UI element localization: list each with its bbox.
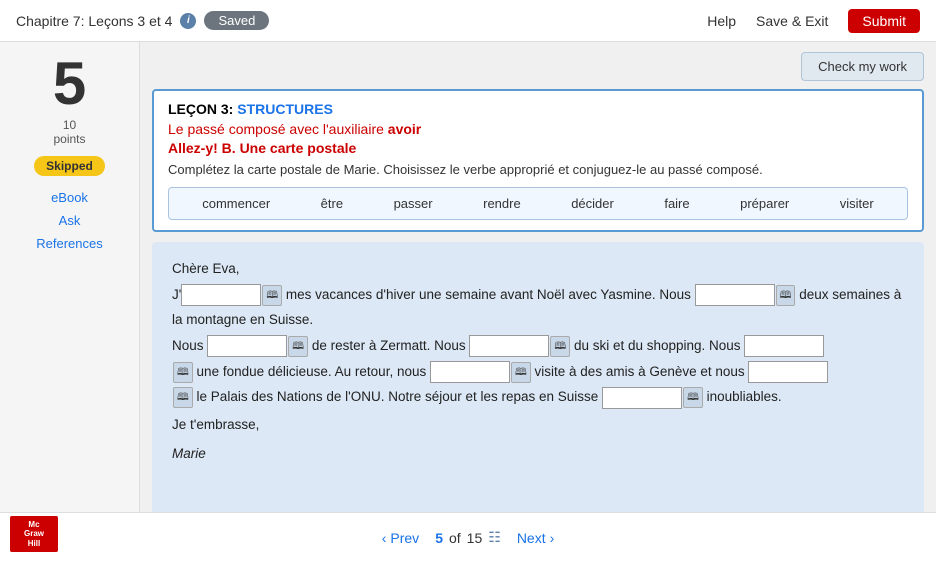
bottom-nav: McGrawHill ‹ Prev 5 of 15 ⁢☷ Next › [0, 512, 936, 562]
top-bar: Chapitre 7: Leçons 3 et 4 i Saved Help S… [0, 0, 936, 42]
input-7[interactable] [748, 361, 828, 383]
dict-icon-8[interactable]: 🕮 [683, 387, 703, 408]
input-5[interactable] [744, 335, 824, 357]
mcgraw-hill-logo: McGrawHill [10, 516, 58, 552]
dict-icon-3[interactable]: 🕮 [288, 336, 308, 357]
sidebar: 5 10 points Skipped eBook Ask References [0, 42, 140, 562]
postcard-area: Chère Eva, J'🕮 mes vacances d'hiver une … [152, 242, 924, 552]
main-layout: 5 10 points Skipped eBook Ask References… [0, 42, 936, 562]
ask-link[interactable]: Ask [59, 213, 81, 228]
dict-icon-2[interactable]: 🕮 [776, 285, 796, 306]
postcard-line2: Nous 🕮 de rester à Zermatt. Nous 🕮 du sk… [172, 333, 904, 359]
postcard-line4: 🕮 le Palais des Nations de l'ONU. Notre … [172, 384, 904, 410]
chapter-title: Chapitre 7: Leçons 3 et 4 [16, 13, 172, 29]
next-chevron-icon: › [550, 530, 555, 546]
input-3[interactable] [207, 335, 287, 357]
saved-badge: Saved [204, 11, 269, 30]
dict-icon-5[interactable]: 🕮 [173, 362, 193, 383]
input-4[interactable] [469, 335, 549, 357]
lesson-activity: Allez-y! B. Une carte postale [168, 140, 908, 156]
lesson-box: LEÇON 3: STRUCTURES Le passé composé ave… [152, 89, 924, 232]
word-decider: décider [565, 194, 620, 213]
page-info: 5 of 15 ⁢☷ [435, 529, 501, 546]
dict-icon-4[interactable]: 🕮 [550, 336, 570, 357]
top-bar-right: Help Save & Exit Submit [707, 9, 920, 33]
word-rendre: rendre [477, 194, 527, 213]
dict-icon-6[interactable]: 🕮 [511, 362, 531, 383]
question-number: 5 [53, 54, 86, 114]
lesson-title: LEÇON 3: STRUCTURES [168, 101, 908, 117]
postcard-line1: J'🕮 mes vacances d'hiver une semaine ava… [172, 282, 904, 333]
postcard-signature: Marie [172, 441, 904, 467]
word-faire: faire [658, 194, 695, 213]
current-page: 5 [435, 530, 443, 546]
word-etre: être [315, 194, 349, 213]
skipped-badge: Skipped [34, 156, 105, 176]
input-1[interactable] [181, 284, 261, 306]
info-icon[interactable]: i [180, 13, 196, 29]
lesson-subtitle: Le passé composé avec l'auxiliaire avoir [168, 121, 908, 137]
dict-icon-7[interactable]: 🕮 [173, 387, 193, 408]
postcard-line3: 🕮 une fondue délicieuse. Au retour, nous… [172, 359, 904, 385]
prev-chevron-icon: ‹ [382, 530, 387, 546]
postcard-salutation: Chère Eva, [172, 256, 904, 282]
word-preparer: préparer [734, 194, 795, 213]
save-exit-link[interactable]: Save & Exit [756, 13, 828, 29]
submit-button[interactable]: Submit [848, 9, 920, 33]
postcard-closing: Je t'embrasse, [172, 412, 904, 438]
input-6[interactable] [430, 361, 510, 383]
check-bar: Check my work [152, 52, 924, 81]
word-passer: passer [388, 194, 439, 213]
word-commencer: commencer [196, 194, 276, 213]
points-label: 10 points [53, 118, 85, 146]
prev-button[interactable]: ‹ Prev [382, 530, 419, 546]
next-button[interactable]: Next › [517, 530, 554, 546]
content-area: Check my work LEÇON 3: STRUCTURES Le pas… [140, 42, 936, 562]
check-my-work-button[interactable]: Check my work [801, 52, 924, 81]
ebook-link[interactable]: eBook [51, 190, 88, 205]
grid-icon[interactable]: ⁢☷ [488, 529, 501, 546]
word-visiter: visiter [834, 194, 880, 213]
help-link[interactable]: Help [707, 13, 736, 29]
top-bar-left: Chapitre 7: Leçons 3 et 4 i Saved [16, 11, 269, 30]
input-8[interactable] [602, 387, 682, 409]
total-pages: 15 [467, 530, 483, 546]
lesson-instruction: Complétez la carte postale de Marie. Cho… [168, 162, 908, 177]
dict-icon-1[interactable]: 🕮 [262, 285, 282, 306]
input-2[interactable] [695, 284, 775, 306]
references-link[interactable]: References [36, 236, 102, 251]
word-bank: commencer être passer rendre décider fai… [168, 187, 908, 220]
